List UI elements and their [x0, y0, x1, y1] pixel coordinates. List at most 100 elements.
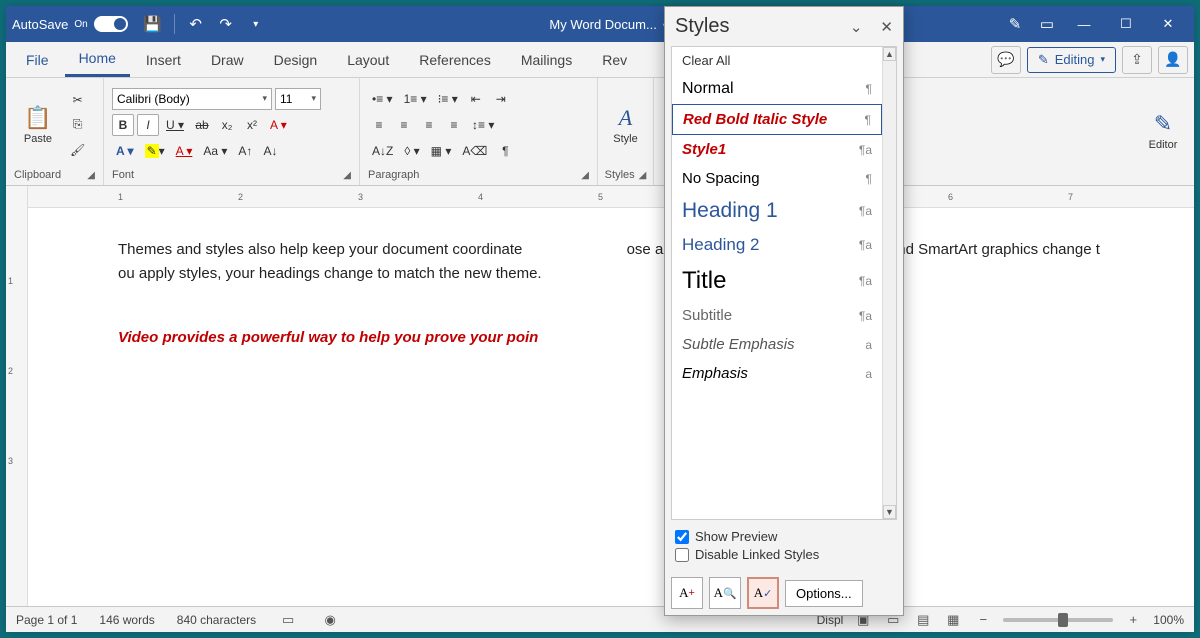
justify-button[interactable]: ≡: [443, 114, 465, 136]
grow-font-button[interactable]: A↑: [234, 140, 256, 162]
manage-styles-button[interactable]: A✓: [747, 577, 779, 609]
editing-mode-button[interactable]: ✎ Editing ▾: [1027, 47, 1116, 73]
dialog-launcher-icon[interactable]: ◢: [343, 170, 351, 181]
line-spacing-button[interactable]: ↕≡ ▾: [468, 114, 498, 136]
redo-icon[interactable]: ↷: [213, 11, 239, 37]
change-case-button[interactable]: Aa ▾: [199, 140, 231, 162]
close-button[interactable]: ✕: [1148, 9, 1188, 39]
new-style-button[interactable]: A+: [671, 577, 703, 609]
numbering-button[interactable]: 1≡ ▾: [400, 88, 431, 110]
print-layout-icon[interactable]: ▤: [913, 611, 933, 629]
text-outline-button[interactable]: A ▾: [112, 140, 138, 162]
web-layout-icon[interactable]: ▦: [943, 611, 963, 629]
cut-icon[interactable]: ✂: [66, 89, 89, 111]
minimize-button[interactable]: —: [1064, 9, 1104, 39]
font-name-combo[interactable]: Calibri (Body)▾: [112, 88, 272, 110]
save-icon[interactable]: 💾: [140, 11, 166, 37]
maximize-button[interactable]: ☐: [1106, 9, 1146, 39]
scroll-up-icon[interactable]: ▲: [883, 47, 896, 61]
increase-indent-button[interactable]: ⇥: [490, 88, 512, 110]
style-item[interactable]: Heading 2¶a: [672, 229, 882, 261]
strikethrough-button[interactable]: ab: [191, 114, 213, 136]
tab-design[interactable]: Design: [260, 44, 332, 76]
zoom-percent[interactable]: 100%: [1153, 613, 1184, 627]
font-color-button[interactable]: A ▾: [172, 140, 197, 162]
scrollbar[interactable]: ▲ ▼: [882, 47, 896, 519]
dialog-launcher-icon[interactable]: ◢: [639, 170, 647, 181]
align-left-button[interactable]: ≡: [368, 114, 390, 136]
style-item[interactable]: Red Bold Italic Style¶: [672, 104, 882, 135]
scroll-down-icon[interactable]: ▼: [883, 505, 896, 519]
zoom-slider[interactable]: [1003, 618, 1113, 622]
align-center-button[interactable]: ≡: [393, 114, 415, 136]
format-painter-icon[interactable]: 🖌: [66, 139, 89, 161]
char-count[interactable]: 840 characters: [177, 613, 256, 627]
show-preview-checkbox[interactable]: Show Preview: [675, 529, 893, 544]
tab-file[interactable]: File: [12, 44, 63, 76]
italic-button[interactable]: I: [137, 114, 159, 136]
highlight-button[interactable]: ✎▾: [141, 140, 169, 162]
tab-insert[interactable]: Insert: [132, 44, 195, 76]
style-item[interactable]: No Spacing¶: [672, 164, 882, 193]
style-item[interactable]: Subtle Emphasisa: [672, 330, 882, 359]
show-marks-button[interactable]: ¶: [494, 140, 516, 162]
reading-view-icon[interactable]: ▭: [278, 611, 298, 629]
zoom-out-icon[interactable]: −: [973, 611, 993, 629]
accessibility-icon[interactable]: ◉: [320, 611, 340, 629]
comments-icon[interactable]: 💬: [991, 46, 1021, 74]
pen-icon[interactable]: ✎: [1002, 11, 1028, 37]
shrink-font-button[interactable]: A↓: [259, 140, 281, 162]
clear-formatting-button[interactable]: A⌫: [458, 140, 491, 162]
decrease-indent-button[interactable]: ⇤: [465, 88, 487, 110]
style-item[interactable]: Clear All: [672, 47, 882, 74]
styles-gallery-button[interactable]: A Style: [606, 82, 645, 167]
text-effects-button[interactable]: A ▾: [266, 114, 291, 136]
tab-draw[interactable]: Draw: [197, 44, 258, 76]
tab-layout[interactable]: Layout: [333, 44, 403, 76]
autosave-toggle[interactable]: AutoSave On: [12, 16, 128, 32]
tab-review[interactable]: Rev: [588, 44, 641, 76]
page-indicator[interactable]: Page 1 of 1: [16, 613, 77, 627]
editor-button[interactable]: ✎ Editor: [1140, 82, 1186, 179]
dialog-launcher-icon[interactable]: ◢: [87, 170, 95, 181]
align-right-button[interactable]: ≡: [418, 114, 440, 136]
paste-button[interactable]: 📋 Paste: [14, 82, 62, 167]
options-button[interactable]: Options...: [785, 580, 863, 607]
account-icon[interactable]: 👤: [1158, 46, 1188, 74]
tab-references[interactable]: References: [405, 44, 505, 76]
underline-button[interactable]: U ▾: [162, 114, 188, 136]
qat-dropdown-icon[interactable]: ▾: [243, 11, 269, 37]
font-size-combo[interactable]: 11▾: [275, 88, 321, 110]
disable-linked-checkbox[interactable]: Disable Linked Styles: [675, 547, 893, 562]
tab-mailings[interactable]: Mailings: [507, 44, 586, 76]
sort-button[interactable]: A↓Z: [368, 140, 397, 162]
tab-home[interactable]: Home: [65, 42, 130, 77]
zoom-in-icon[interactable]: +: [1123, 611, 1143, 629]
copy-icon[interactable]: ⎘: [66, 114, 89, 136]
style-item[interactable]: Subtitle¶a: [672, 301, 882, 330]
chevron-down-icon: ▾: [262, 93, 267, 104]
style-item[interactable]: Normal¶: [672, 74, 882, 104]
superscript-button[interactable]: x²: [241, 114, 263, 136]
style-item[interactable]: Heading 1¶a: [672, 193, 882, 229]
document-page[interactable]: Themes and styles also help keep your do…: [28, 208, 1194, 606]
share-button[interactable]: ⇪: [1122, 46, 1152, 74]
titlebar: AutoSave On 💾 ↶ ↷ ▾ My Word Docum... • S…: [6, 6, 1194, 42]
style-inspector-button[interactable]: A🔍: [709, 577, 741, 609]
subscript-button[interactable]: x₂: [216, 114, 238, 136]
close-icon[interactable]: ✕: [880, 18, 893, 36]
slider-thumb[interactable]: [1058, 613, 1068, 627]
ribbon-display-icon[interactable]: ▭: [1034, 11, 1060, 37]
undo-icon[interactable]: ↶: [183, 11, 209, 37]
bold-button[interactable]: B: [112, 114, 134, 136]
collapse-icon[interactable]: ⌄: [850, 18, 863, 36]
borders-button[interactable]: ▦ ▾: [427, 140, 456, 162]
multilevel-list-button[interactable]: ⁝≡ ▾: [434, 88, 462, 110]
shading-button[interactable]: ◊ ▾: [400, 140, 423, 162]
word-count[interactable]: 146 words: [99, 613, 154, 627]
style-item[interactable]: Style1¶a: [672, 135, 882, 164]
style-item[interactable]: Title¶a: [672, 261, 882, 301]
dialog-launcher-icon[interactable]: ◢: [581, 170, 589, 181]
bullets-button[interactable]: •≡ ▾: [368, 88, 397, 110]
style-item[interactable]: Emphasisa: [672, 359, 882, 388]
